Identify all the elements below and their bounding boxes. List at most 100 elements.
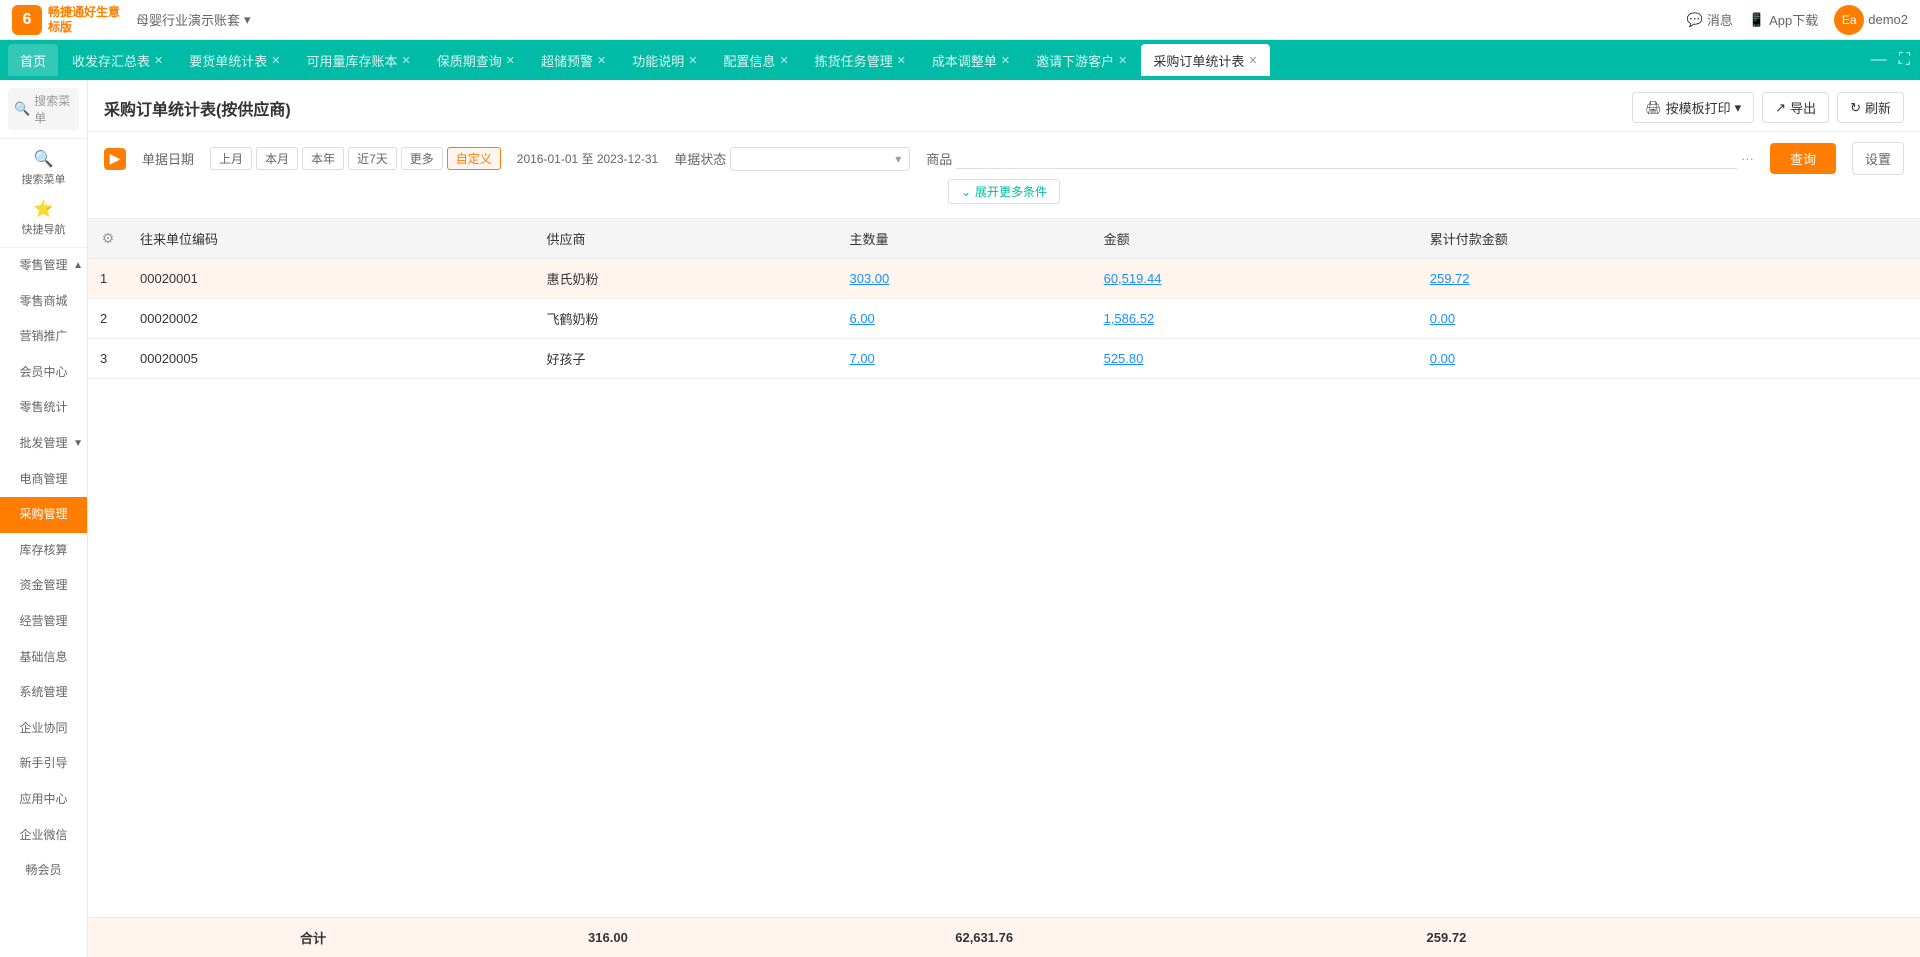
- logo-text: 畅捷通好生意 标版: [48, 5, 120, 34]
- tab-home[interactable]: 首页: [8, 44, 58, 76]
- nav-tabs-actions: — ⛶: [1869, 49, 1912, 71]
- tab-chaochuyujing[interactable]: 超储预警 ✕: [529, 44, 618, 76]
- status-select[interactable]: ▾: [730, 147, 910, 171]
- page-title: 采购订单统计表(按供应商): [104, 96, 291, 120]
- product-label: 商品: [926, 149, 952, 168]
- sidebar-item-basic-info[interactable]: 基础信息: [0, 640, 87, 676]
- close-icon[interactable]: ✕: [597, 54, 606, 67]
- date-custom-tag[interactable]: 自定义: [447, 147, 501, 170]
- expand-button[interactable]: ⌄ 展开更多条件: [948, 179, 1060, 204]
- sidebar-search[interactable]: 🔍 搜索菜单: [0, 80, 87, 139]
- tab-gongneng[interactable]: 功能说明 ✕: [620, 44, 709, 76]
- date-range-display: 2016-01-01 至 2023-12-31: [517, 150, 658, 167]
- star-icon: ⭐: [34, 199, 54, 219]
- sidebar-item-quick-nav[interactable]: ⭐ 快捷导航: [0, 193, 87, 243]
- tab-yaoqing[interactable]: 邀请下游客户 ✕: [1024, 44, 1139, 76]
- sidebar-item-member[interactable]: 会员中心: [0, 355, 87, 391]
- footer-label: 合计: [288, 918, 576, 957]
- row-amount: 525.80: [1092, 339, 1418, 379]
- date-btn-this-year[interactable]: 本年: [302, 147, 344, 170]
- query-button[interactable]: 查询: [1770, 143, 1836, 174]
- more-options-icon[interactable]: ···: [1741, 151, 1754, 166]
- chevron-down-icon: ▾: [244, 12, 251, 28]
- close-icon[interactable]: ✕: [688, 54, 697, 67]
- sidebar-item-inventory[interactable]: 库存核算: [0, 533, 87, 569]
- row-no: 3: [88, 339, 128, 379]
- sidebar-item-wholesale[interactable]: 批发管理 ▼: [0, 426, 87, 462]
- close-icon[interactable]: ✕: [897, 54, 906, 67]
- app-download-button[interactable]: 📱 App下载: [1749, 10, 1818, 29]
- date-btn-7days[interactable]: 近7天: [348, 147, 397, 170]
- close-icon[interactable]: ✕: [506, 54, 515, 67]
- close-icon[interactable]: ✕: [779, 54, 788, 67]
- refresh-button[interactable]: ↻ 刷新: [1837, 92, 1904, 123]
- export-icon: ↗: [1775, 100, 1786, 116]
- sidebar-item-app-center[interactable]: 应用中心: [0, 782, 87, 818]
- th-amount: 金额: [1092, 219, 1418, 259]
- sidebar-item-marketing[interactable]: 营销推广: [0, 319, 87, 355]
- date-btn-more[interactable]: 更多: [401, 147, 443, 170]
- product-input[interactable]: [956, 149, 1737, 169]
- user-menu[interactable]: Ea demo2: [1834, 5, 1908, 35]
- chevron-up-icon: ▲: [73, 259, 83, 272]
- sidebar-item-finance[interactable]: 资金管理: [0, 568, 87, 604]
- sidebar-item-purchase[interactable]: 采购管理: [0, 497, 87, 533]
- tab-jianhuo[interactable]: 拣货任务管理 ✕: [803, 44, 918, 76]
- maximize-icon[interactable]: ⛶: [1897, 49, 1912, 71]
- gear-icon[interactable]: ⚙: [102, 230, 115, 246]
- row-supplier: 好孩子: [535, 339, 838, 379]
- print-button[interactable]: 🖨 按模板打印 ▾: [1632, 92, 1754, 123]
- tab-baozhi[interactable]: 保质期查询 ✕: [425, 44, 527, 76]
- tab-caigou-active[interactable]: 采购订单统计表 ✕: [1141, 44, 1269, 76]
- sidebar-item-wechat[interactable]: 企业微信: [0, 818, 87, 854]
- sidebar-item-member2[interactable]: 畅会员: [0, 853, 87, 889]
- tab-chengben[interactable]: 成本调整单 ✕: [920, 44, 1022, 76]
- close-icon[interactable]: ✕: [1118, 54, 1127, 67]
- close-icon[interactable]: ✕: [271, 54, 280, 67]
- logo-icon: 6: [12, 5, 42, 35]
- date-btn-last-month[interactable]: 上月: [210, 147, 252, 170]
- sidebar-item-enterprise[interactable]: 企业协同: [0, 711, 87, 747]
- th-quantity: 主数量: [837, 219, 1091, 259]
- close-icon[interactable]: ✕: [1001, 54, 1010, 67]
- footer-quantity: 316.00: [576, 918, 943, 957]
- search-placeholder: 搜索菜单: [34, 92, 73, 126]
- sidebar-item-retail-stats[interactable]: 零售统计: [0, 390, 87, 426]
- date-btn-this-month[interactable]: 本月: [256, 147, 298, 170]
- sidebar-nav: 🔍 搜索菜单 ⭐ 快捷导航: [0, 139, 87, 248]
- filter-expand: ⌄ 展开更多条件: [104, 175, 1904, 208]
- sidebar-item-search[interactable]: 🔍 搜索菜单: [0, 143, 87, 193]
- tab-yaohuodan[interactable]: 要货单统计表 ✕: [177, 44, 292, 76]
- tab-kuyong[interactable]: 可用量库存账本 ✕: [294, 44, 422, 76]
- row-quantity: 303.00: [837, 259, 1091, 299]
- export-button[interactable]: ↗ 导出: [1762, 92, 1829, 123]
- filter-area: ▶ 单据日期 上月 本月 本年 近7天 更多 自定义 2016-01-01 至 …: [88, 132, 1920, 219]
- filter-toggle[interactable]: ▶: [104, 148, 126, 170]
- message-button[interactable]: 💬 消息: [1687, 10, 1733, 29]
- settings-button[interactable]: 设置: [1852, 142, 1904, 175]
- workspace-selector[interactable]: 母婴行业演示账套 ▾: [128, 10, 259, 29]
- close-icon[interactable]: ✕: [1248, 54, 1257, 67]
- sidebar-item-retail-mgmt[interactable]: 零售管理 ▲: [0, 248, 87, 284]
- sidebar-item-operations[interactable]: 经营管理: [0, 604, 87, 640]
- table-row[interactable]: 2 00020002 飞鹤奶粉 6.00 1,586.52 0.00: [88, 299, 1920, 339]
- table-row[interactable]: 1 00020001 惠氏奶粉 303.00 60,519.44 259.72: [88, 259, 1920, 299]
- tab-peizhi[interactable]: 配置信息 ✕: [711, 44, 800, 76]
- minimize-icon[interactable]: —: [1869, 49, 1889, 71]
- table-row[interactable]: 3 00020005 好孩子 7.00 525.80 0.00: [88, 339, 1920, 379]
- th-extra: [1824, 219, 1920, 259]
- top-bar: 6 畅捷通好生意 标版 母婴行业演示账套 ▾ 💬 消息 📱 App下载 Ea d…: [0, 0, 1920, 40]
- sidebar-item-retail-store[interactable]: 零售商城: [0, 284, 87, 320]
- row-paid: 0.00: [1418, 299, 1825, 339]
- sidebar-item-guide[interactable]: 新手引导: [0, 746, 87, 782]
- tab-shoucun[interactable]: 收发存汇总表 ✕: [60, 44, 175, 76]
- sidebar-item-ecommerce[interactable]: 电商管理: [0, 462, 87, 498]
- close-icon[interactable]: ✕: [402, 54, 411, 67]
- sidebar-item-system[interactable]: 系统管理: [0, 675, 87, 711]
- sidebar-menu: 零售管理 ▲ 零售商城 营销推广 会员中心 零售统计 批发管理 ▼ 电商管理: [0, 248, 87, 957]
- close-icon[interactable]: ✕: [154, 54, 163, 67]
- row-paid: 259.72: [1418, 259, 1825, 299]
- table-footer: 合计 316.00 62,631.76 259.72: [88, 917, 1920, 957]
- search-box[interactable]: 🔍 搜索菜单: [8, 88, 79, 130]
- main-layout: 🔍 搜索菜单 🔍 搜索菜单 ⭐ 快捷导航 零售管理 ▲ 零售商城 营: [0, 80, 1920, 957]
